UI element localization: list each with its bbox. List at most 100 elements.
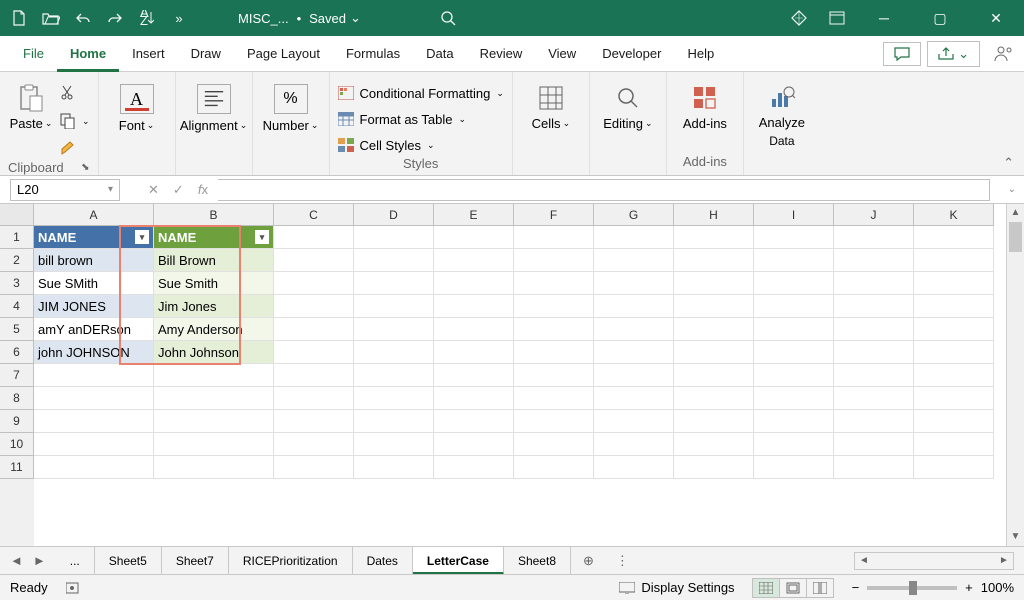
zoom-in-button[interactable]: + xyxy=(965,580,973,595)
filter-icon[interactable]: ▾ xyxy=(255,230,269,244)
cell[interactable] xyxy=(34,433,154,456)
cell[interactable] xyxy=(34,387,154,410)
column-header[interactable]: D xyxy=(354,204,434,226)
collapse-ribbon-icon[interactable]: ⌃ xyxy=(1003,155,1014,171)
select-all-button[interactable] xyxy=(0,204,34,226)
cell[interactable] xyxy=(274,249,354,272)
cell[interactable] xyxy=(274,364,354,387)
row-header[interactable]: 5 xyxy=(0,318,34,341)
cell[interactable] xyxy=(674,387,754,410)
cell[interactable] xyxy=(154,410,274,433)
cell[interactable] xyxy=(674,249,754,272)
scroll-down-icon[interactable]: ▼ xyxy=(1007,528,1024,546)
cell[interactable] xyxy=(594,456,674,479)
cell[interactable] xyxy=(834,295,914,318)
cell[interactable] xyxy=(594,272,674,295)
vertical-scrollbar[interactable]: ▲ ▼ xyxy=(1006,204,1024,546)
zoom-level[interactable]: 100% xyxy=(981,580,1014,595)
format-painter-button[interactable] xyxy=(60,138,90,160)
cell[interactable] xyxy=(514,410,594,433)
cell[interactable] xyxy=(674,272,754,295)
zoom-handle[interactable] xyxy=(909,581,917,595)
cell[interactable] xyxy=(914,387,994,410)
row-header[interactable]: 8 xyxy=(0,387,34,410)
cell[interactable] xyxy=(434,456,514,479)
cell[interactable] xyxy=(34,410,154,433)
cell[interactable]: NAME▾ xyxy=(34,226,154,249)
cell[interactable] xyxy=(754,410,834,433)
cell[interactable] xyxy=(594,410,674,433)
sheet-tab-lettercase[interactable]: LetterCase xyxy=(413,547,504,575)
cell[interactable] xyxy=(594,249,674,272)
cell-styles-button[interactable]: Cell Styles ⌄ xyxy=(338,134,504,156)
tab-developer[interactable]: Developer xyxy=(589,36,674,72)
cell[interactable] xyxy=(914,341,994,364)
cell[interactable]: john JOHNSON xyxy=(34,341,154,364)
cell[interactable] xyxy=(274,226,354,249)
cell[interactable] xyxy=(754,433,834,456)
minimize-button[interactable]: ─ xyxy=(866,10,902,26)
cell[interactable] xyxy=(434,295,514,318)
conditional-formatting-button[interactable]: Conditional Formatting ⌄ xyxy=(338,82,504,104)
cell[interactable] xyxy=(354,456,434,479)
cell[interactable] xyxy=(274,272,354,295)
saved-status[interactable]: Saved ⌄ xyxy=(309,10,361,26)
cell[interactable] xyxy=(274,387,354,410)
column-header[interactable]: E xyxy=(434,204,514,226)
font-dropdown[interactable]: AFont⌄ xyxy=(107,78,167,133)
cell[interactable] xyxy=(914,295,994,318)
cell[interactable] xyxy=(354,433,434,456)
column-header[interactable]: H xyxy=(674,204,754,226)
row-header[interactable]: 11 xyxy=(0,456,34,479)
cell[interactable]: bill brown xyxy=(34,249,154,272)
sheet-tab-sheet7[interactable]: Sheet7 xyxy=(162,547,229,575)
column-header[interactable]: J xyxy=(834,204,914,226)
number-dropdown[interactable]: %Number⌄ xyxy=(261,78,321,133)
cell[interactable] xyxy=(154,387,274,410)
cell[interactable] xyxy=(514,456,594,479)
horizontal-scrollbar[interactable]: ◄► xyxy=(854,552,1014,570)
cell[interactable] xyxy=(834,433,914,456)
maximize-button[interactable]: ▢ xyxy=(922,10,958,27)
diamond-icon[interactable] xyxy=(790,9,808,27)
row-header[interactable]: 10 xyxy=(0,433,34,456)
cell[interactable]: Jim Jones xyxy=(154,295,274,318)
cell[interactable] xyxy=(274,456,354,479)
sort-icon[interactable]: AZ xyxy=(138,9,156,27)
cell[interactable]: Sue SMith xyxy=(34,272,154,295)
name-box[interactable]: L20▾ xyxy=(10,179,120,201)
cell[interactable] xyxy=(674,318,754,341)
cut-button[interactable] xyxy=(60,82,90,104)
prev-sheet-icon[interactable]: ◄ xyxy=(10,553,23,568)
close-button[interactable]: ✕ xyxy=(978,10,1014,27)
accept-icon[interactable]: ✓ xyxy=(173,182,184,198)
display-settings-button[interactable]: Display Settings xyxy=(619,580,734,595)
macro-record-icon[interactable] xyxy=(66,581,82,595)
row-header[interactable]: 2 xyxy=(0,249,34,272)
cell[interactable] xyxy=(754,249,834,272)
row-header[interactable]: 1 xyxy=(0,226,34,249)
comments-button[interactable] xyxy=(883,42,921,66)
cell[interactable] xyxy=(674,341,754,364)
sheet-tab-sheet5[interactable]: Sheet5 xyxy=(95,547,162,575)
cell[interactable] xyxy=(514,433,594,456)
cell[interactable] xyxy=(834,387,914,410)
cell[interactable] xyxy=(34,456,154,479)
cell[interactable] xyxy=(434,364,514,387)
cell[interactable] xyxy=(514,318,594,341)
cell[interactable] xyxy=(834,456,914,479)
cell[interactable] xyxy=(914,226,994,249)
cell[interactable] xyxy=(354,226,434,249)
next-sheet-icon[interactable]: ► xyxy=(33,553,46,568)
cell[interactable] xyxy=(914,318,994,341)
cell[interactable] xyxy=(834,318,914,341)
redo-icon[interactable] xyxy=(106,9,124,27)
sheet-tab-dates[interactable]: Dates xyxy=(353,547,413,575)
ribbon-mode-icon[interactable] xyxy=(828,9,846,27)
cell[interactable] xyxy=(514,341,594,364)
cell[interactable] xyxy=(754,318,834,341)
cell[interactable] xyxy=(274,318,354,341)
open-file-icon[interactable] xyxy=(42,9,60,27)
cell[interactable] xyxy=(594,226,674,249)
cell[interactable] xyxy=(434,226,514,249)
